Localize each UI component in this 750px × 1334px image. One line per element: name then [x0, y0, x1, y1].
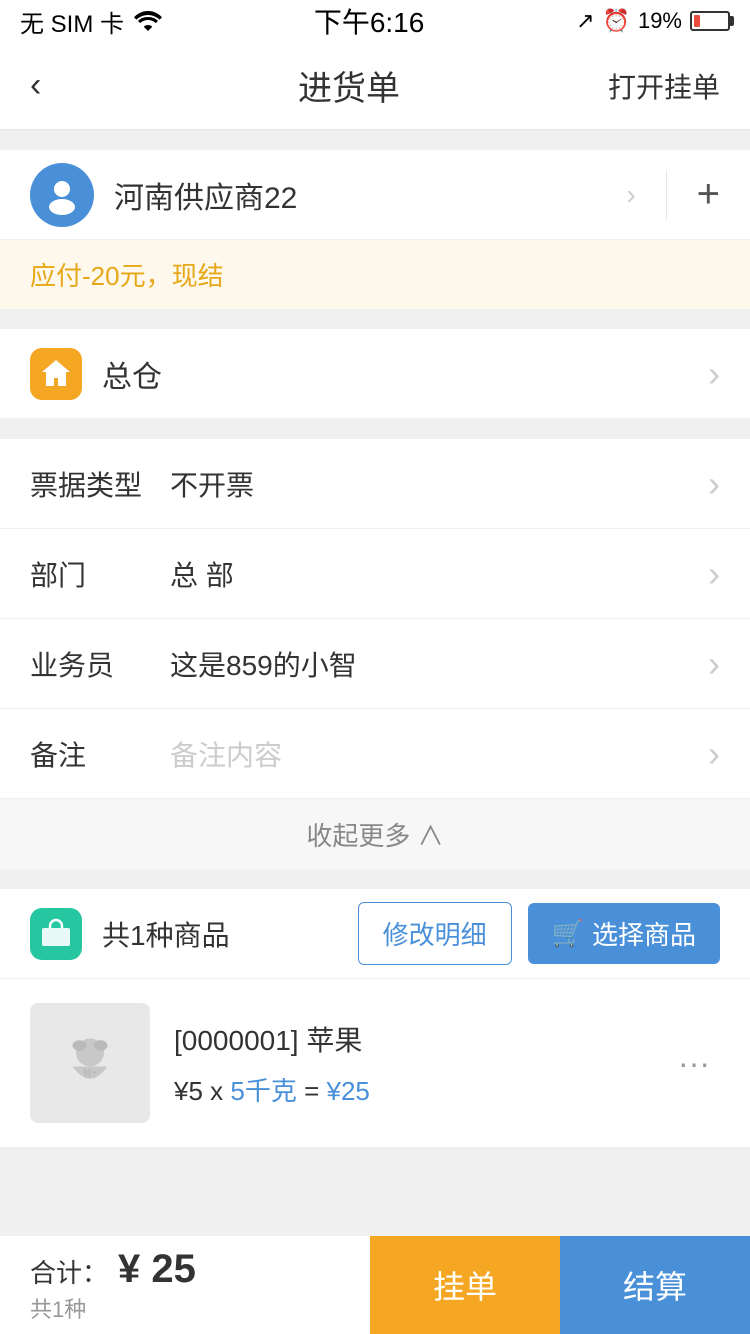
invoice-type-value: 不开票 — [150, 464, 708, 504]
salesperson-row[interactable]: 业务员 这是859的小智 — [0, 619, 750, 709]
product-info: [0000001] 苹果 ¥5 x 5千克 = ¥25 — [174, 1019, 668, 1108]
department-chevron-icon — [708, 553, 720, 595]
remark-row[interactable]: 备注 备注内容 — [0, 709, 750, 799]
status-bar: 无 SIM 卡 下午6:16 ↗ ⏰ 19% — [0, 0, 750, 42]
remark-placeholder: 备注内容 — [150, 734, 708, 774]
unit-price: ¥5 x — [174, 1076, 230, 1106]
gps-icon: ↗ — [576, 8, 594, 34]
department-value: 总 部 — [150, 554, 708, 594]
section-gap-1 — [0, 130, 750, 150]
product-thumbnail: 智+ — [30, 1003, 150, 1123]
person-icon — [42, 175, 82, 215]
more-options-button[interactable]: ··· — [668, 1035, 720, 1092]
total-section: 合计： ¥ 25 共1种 — [0, 1247, 370, 1324]
department-row[interactable]: 部门 总 部 — [0, 529, 750, 619]
salesperson-label: 业务员 — [30, 644, 150, 684]
status-carrier: 无 SIM 卡 — [20, 4, 162, 39]
select-icon: 🛒 — [552, 918, 584, 949]
qty-value: 5千克 — [230, 1076, 296, 1106]
form-section: 票据类型 不开票 部门 总 部 业务员 这是859的小智 备注 备注内容 — [0, 439, 750, 799]
supplier-avatar — [30, 163, 94, 227]
open-pending-button[interactable]: 打开挂单 — [608, 66, 720, 106]
battery-percent: 19% — [638, 8, 682, 34]
warehouse-name: 总仓 — [102, 352, 708, 396]
total-label: 合计： — [30, 1253, 108, 1290]
product-icon-container — [30, 908, 82, 960]
product-header: 共1种商品 修改明细 🛒 选择商品 — [0, 889, 750, 979]
total-count: 共1种 — [30, 1292, 340, 1324]
total-row: 合计： ¥ 25 — [30, 1247, 340, 1292]
cart-icon — [40, 918, 72, 950]
section-gap-3 — [0, 419, 750, 439]
modify-detail-button[interactable]: 修改明细 — [358, 902, 512, 965]
status-right: ↗ ⏰ 19% — [576, 8, 730, 34]
product-code: [0000001] 苹果 — [174, 1025, 362, 1056]
checkout-button[interactable]: 结算 — [560, 1236, 750, 1334]
product-count: 共1种商品 — [102, 914, 358, 954]
divider — [666, 170, 667, 220]
invoice-type-chevron-icon — [708, 463, 720, 505]
add-button[interactable]: + — [697, 172, 720, 217]
info-banner: 应付-20元，现结 — [0, 240, 750, 309]
carrier-text: 无 SIM 卡 — [20, 4, 124, 39]
warehouse-row[interactable]: 总仓 — [0, 329, 750, 419]
department-label: 部门 — [30, 554, 150, 594]
remark-label: 备注 — [30, 734, 150, 774]
page-title: 进货单 — [298, 61, 400, 110]
remark-chevron-icon — [708, 733, 720, 775]
select-product-label: 选择商品 — [592, 915, 696, 952]
alarm-icon: ⏰ — [603, 8, 630, 34]
supplier-row[interactable]: 河南供应商22 › + — [0, 150, 750, 240]
select-product-button[interactable]: 🛒 选择商品 — [528, 903, 720, 964]
warehouse-icon-container — [30, 348, 82, 400]
supplier-chevron-icon: › — [626, 179, 635, 211]
product-price: ¥5 x 5千克 = ¥25 — [174, 1071, 668, 1108]
total-price: ¥25 — [327, 1076, 370, 1106]
wifi-icon — [134, 11, 162, 31]
supplier-name: 河南供应商22 — [114, 173, 626, 217]
house-icon — [40, 358, 72, 390]
bottom-bar: 合计： ¥ 25 共1种 挂单 结算 — [0, 1236, 750, 1334]
battery-icon — [690, 11, 730, 31]
salesperson-value: 这是859的小智 — [150, 644, 708, 684]
status-time: 下午6:16 — [314, 1, 425, 41]
supplier-section: 河南供应商22 › + 应付-20元，现结 — [0, 150, 750, 309]
equals-sign: = — [304, 1076, 326, 1106]
collapse-button[interactable]: 收起更多 ∧ — [0, 799, 750, 869]
svg-text:智+: 智+ — [83, 1067, 97, 1078]
nav-bar: ‹ 进货单 打开挂单 — [0, 42, 750, 130]
warehouse-chevron-icon — [708, 353, 720, 395]
total-amount: ¥ 25 — [118, 1247, 196, 1292]
bottom-spacer — [0, 1148, 750, 1246]
back-button[interactable]: ‹ — [30, 66, 90, 105]
pending-button[interactable]: 挂单 — [370, 1236, 560, 1334]
product-card: 智+ [0000001] 苹果 ¥5 x 5千克 = ¥25 ··· — [0, 979, 750, 1148]
section-gap-2 — [0, 309, 750, 329]
section-gap-4 — [0, 869, 750, 889]
salesperson-chevron-icon — [708, 643, 720, 685]
product-placeholder-icon: 智+ — [55, 1028, 125, 1098]
invoice-type-row[interactable]: 票据类型 不开票 — [0, 439, 750, 529]
product-name: [0000001] 苹果 — [174, 1019, 668, 1059]
invoice-type-label: 票据类型 — [30, 464, 150, 504]
